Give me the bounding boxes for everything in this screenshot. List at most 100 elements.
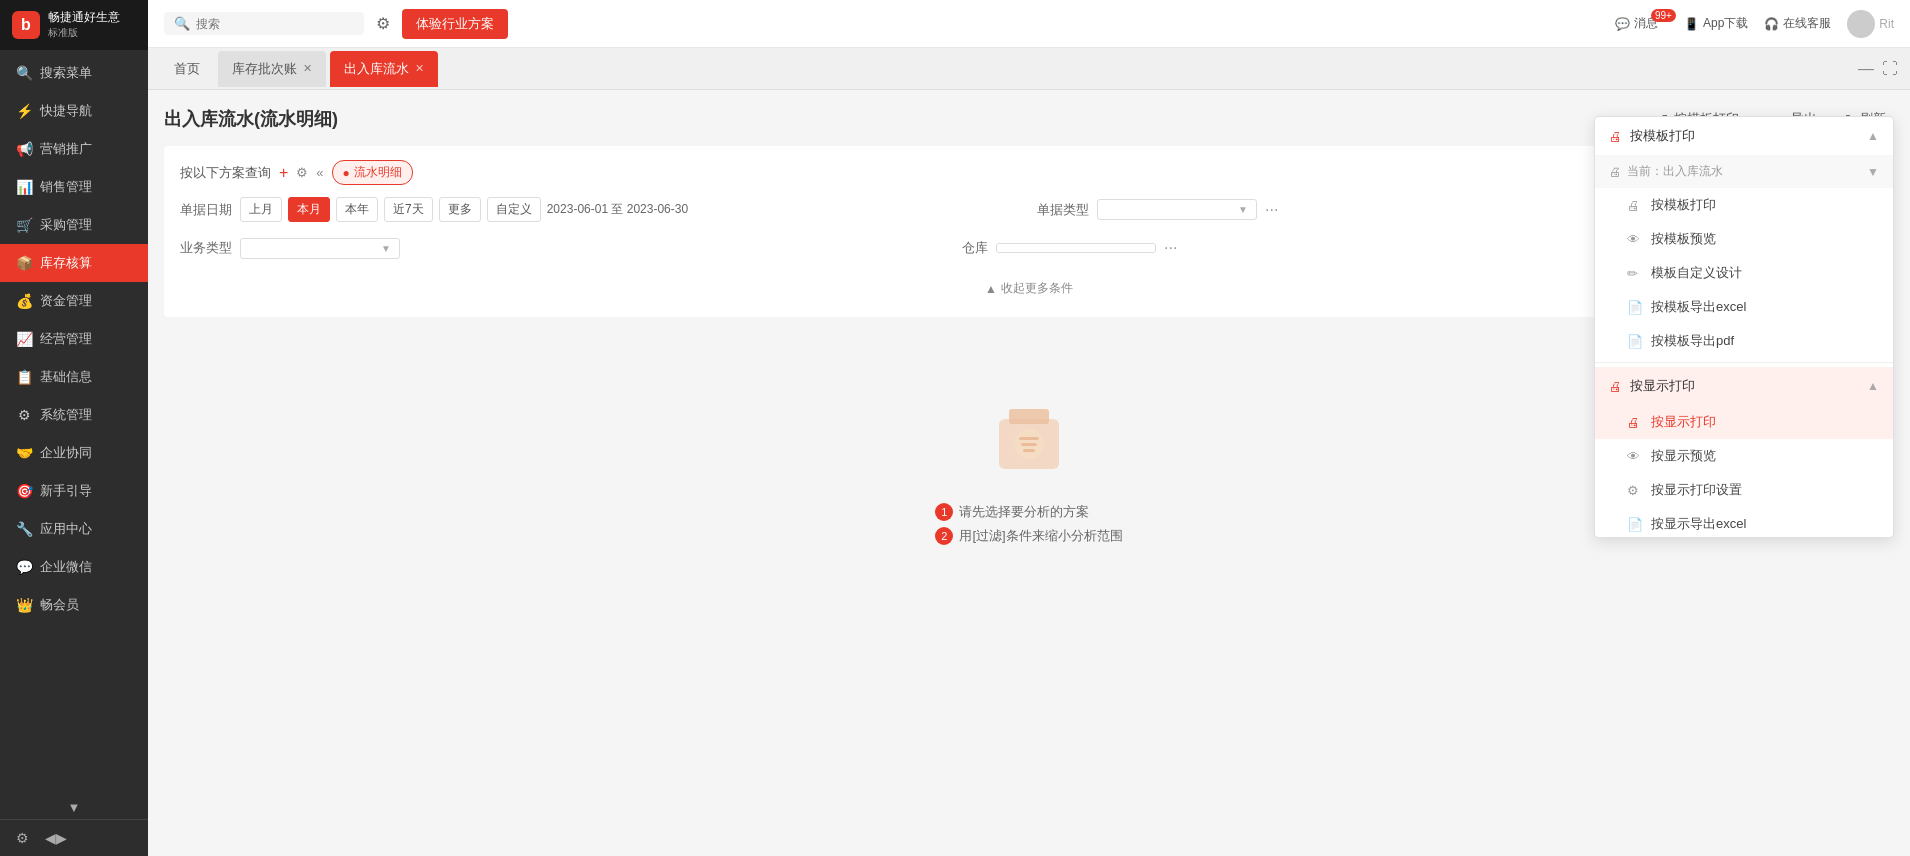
headset-icon: 🎧 <box>1764 17 1779 31</box>
doc-type-more[interactable]: ··· <box>1265 201 1278 219</box>
collapse-sidebar-icon[interactable]: ◀▶ <box>45 830 67 846</box>
dropdown-item-template-pdf[interactable]: 📄 按模板导出pdf <box>1595 324 1893 358</box>
empty-tips: 1 请先选择要分析的方案 2 用[过滤]条件来缩小分析范围 <box>935 503 1122 551</box>
home-label: 首页 <box>174 60 200 78</box>
date-btn-7days[interactable]: 近7天 <box>384 197 433 222</box>
date-field: 单据日期 上月 本月 本年 近7天 更多 自定义 2023-06-01 至 20… <box>180 197 1021 222</box>
template-print-section-header[interactable]: 🖨 按模板打印 ▲ <box>1595 117 1893 155</box>
filter-collapse-icon[interactable]: « <box>316 165 323 180</box>
date-btn-last-month[interactable]: 上月 <box>240 197 282 222</box>
tab-maximize-icon[interactable]: ⛶ <box>1882 60 1898 78</box>
message-action[interactable]: 💬 消息 99+ <box>1615 15 1668 32</box>
main-area: 🔍 ⚙ 体验行业方案 💬 消息 99+ 📱 App下载 🎧 在线客服 Rit <box>148 0 1910 856</box>
date-btn-this-year[interactable]: 本年 <box>336 197 378 222</box>
settings-icon[interactable]: ⚙ <box>16 830 29 846</box>
sidebar-item-label: 系统管理 <box>40 406 92 424</box>
search-input[interactable] <box>196 17 336 31</box>
filter-add-button[interactable]: + <box>279 164 288 182</box>
sales-icon: 📊 <box>16 179 32 195</box>
sidebar-item-quick-nav[interactable]: ⚡ 快捷导航 <box>0 92 148 130</box>
sidebar-item-search[interactable]: 🔍 搜索菜单 <box>0 54 148 92</box>
sidebar-item-system[interactable]: ⚙ 系统管理 <box>0 396 148 434</box>
system-icon: ⚙ <box>16 407 32 423</box>
sidebar-item-operation[interactable]: 📈 经营管理 <box>0 320 148 358</box>
doc-type-arrow: ▼ <box>1238 204 1248 215</box>
sidebar-item-sales[interactable]: 📊 销售管理 <box>0 168 148 206</box>
online-service-action[interactable]: 🎧 在线客服 <box>1764 15 1831 32</box>
tab-flow-close[interactable]: ✕ <box>415 62 424 75</box>
sidebar-item-label: 搜索菜单 <box>40 64 92 82</box>
app-download-action[interactable]: 📱 App下载 <box>1684 15 1748 32</box>
doc-type-select[interactable]: ▼ <box>1097 199 1257 220</box>
sidebar-scroll-down[interactable]: ▼ <box>0 796 148 819</box>
dropdown-item-display-settings[interactable]: ⚙ 按显示打印设置 <box>1595 473 1893 507</box>
tabbar-controls: — ⛶ <box>1858 60 1898 78</box>
page-actions: 🖨 按模板打印 ▲ ↑ 导出 ↻ 刷新 <box>1649 106 1894 132</box>
sidebar-item-wechat[interactable]: 💬 企业微信 <box>0 548 148 586</box>
date-btn-more[interactable]: 更多 <box>439 197 481 222</box>
template-print-title: 🖨 按模板打印 <box>1609 127 1695 145</box>
member-icon: 👑 <box>16 597 32 613</box>
sidebar-item-basic[interactable]: 📋 基础信息 <box>0 358 148 396</box>
filter-label: 按以下方案查询 <box>180 164 271 182</box>
purchase-icon: 🛒 <box>16 217 32 233</box>
app-center-icon: 🔧 <box>16 521 32 537</box>
sidebar-item-purchase[interactable]: 🛒 采购管理 <box>0 206 148 244</box>
topbar-settings-icon[interactable]: ⚙ <box>376 14 390 33</box>
user-avatar <box>1847 10 1875 38</box>
sidebar-item-cooperation[interactable]: 🤝 企业协同 <box>0 434 148 472</box>
tab-home[interactable]: 首页 <box>160 51 214 87</box>
dropdown-item-template-preview[interactable]: 👁 按模板预览 <box>1595 222 1893 256</box>
tab-flow-label: 出入库流水 <box>344 60 409 78</box>
print-section-icon: 🖨 <box>1609 129 1622 144</box>
dropdown-item-display-print[interactable]: 🖨 按显示打印 <box>1595 405 1893 439</box>
tab-minimize-icon[interactable]: — <box>1858 60 1874 78</box>
user-name: Rit <box>1879 17 1894 31</box>
tab-batch-close[interactable]: ✕ <box>303 62 312 75</box>
dropdown-item-display-preview[interactable]: 👁 按显示预览 <box>1595 439 1893 473</box>
dropdown-item-template-design[interactable]: ✏ 模板自定义设计 <box>1595 256 1893 290</box>
sidebar-item-label: 销售管理 <box>40 178 92 196</box>
cooperation-icon: 🤝 <box>16 445 32 461</box>
business-type-select[interactable]: ▼ <box>240 238 400 259</box>
search-icon: 🔍 <box>16 65 32 81</box>
item-preview-icon: 👁 <box>1627 232 1643 247</box>
warehouse-more[interactable]: ··· <box>1164 239 1177 257</box>
app-name: 畅捷通好生意 <box>48 10 120 26</box>
sidebar-item-label: 畅会员 <box>40 596 79 614</box>
dropdown-divider <box>1595 362 1893 363</box>
dropdown-item-template-excel[interactable]: 📄 按模板导出excel <box>1595 290 1893 324</box>
dropdown-item-template-print[interactable]: 🖨 按模板打印 <box>1595 188 1893 222</box>
tab-batch-account[interactable]: 库存批次账 ✕ <box>218 51 326 87</box>
tip-num-1: 1 <box>935 503 953 521</box>
warehouse-select[interactable] <box>996 243 1156 253</box>
tab-in-out-flow[interactable]: 出入库流水 ✕ <box>330 51 438 87</box>
sidebar-item-inventory[interactable]: 📦 库存核算 <box>0 244 148 282</box>
date-btn-this-month[interactable]: 本月 <box>288 197 330 222</box>
sidebar-item-label: 企业微信 <box>40 558 92 576</box>
trial-button[interactable]: 体验行业方案 <box>402 9 508 39</box>
search-box[interactable]: 🔍 <box>164 12 364 35</box>
date-selector: 上月 本月 本年 近7天 更多 自定义 2023-06-01 至 2023-06… <box>240 197 688 222</box>
current-sub-arrow: ▼ <box>1867 165 1879 179</box>
tip-num-2: 2 <box>935 527 953 545</box>
sidebar-item-marketing[interactable]: 📢 营销推广 <box>0 130 148 168</box>
finance-icon: 💰 <box>16 293 32 309</box>
print-dropdown: 🖨 按模板打印 ▲ 🖨 当前：出入库流水 ▼ <box>1594 116 1894 538</box>
empty-tip-2: 2 用[过滤]条件来缩小分析范围 <box>935 527 1122 545</box>
display-print-section-header[interactable]: 🖨 按显示打印 ▲ <box>1595 367 1893 405</box>
sidebar-item-member[interactable]: 👑 畅会员 <box>0 586 148 624</box>
item-print-icon: 🖨 <box>1627 198 1643 213</box>
date-btn-custom[interactable]: 自定义 <box>487 197 541 222</box>
filter-settings-icon[interactable]: ⚙ <box>296 165 308 180</box>
message-icon: 💬 <box>1615 17 1630 31</box>
sidebar-item-app-center[interactable]: 🔧 应用中心 <box>0 510 148 548</box>
warehouse-label: 仓库 <box>962 239 988 257</box>
logo-area: b 畅捷通好生意 标准版 <box>0 0 148 50</box>
basic-icon: 📋 <box>16 369 32 385</box>
user-area[interactable]: Rit <box>1847 10 1894 38</box>
sidebar-item-guide[interactable]: 🎯 新手引导 <box>0 472 148 510</box>
dropdown-item-display-excel[interactable]: 📄 按显示导出excel <box>1595 507 1893 537</box>
item-display-print-icon: 🖨 <box>1627 415 1643 430</box>
sidebar-item-finance[interactable]: 💰 资金管理 <box>0 282 148 320</box>
